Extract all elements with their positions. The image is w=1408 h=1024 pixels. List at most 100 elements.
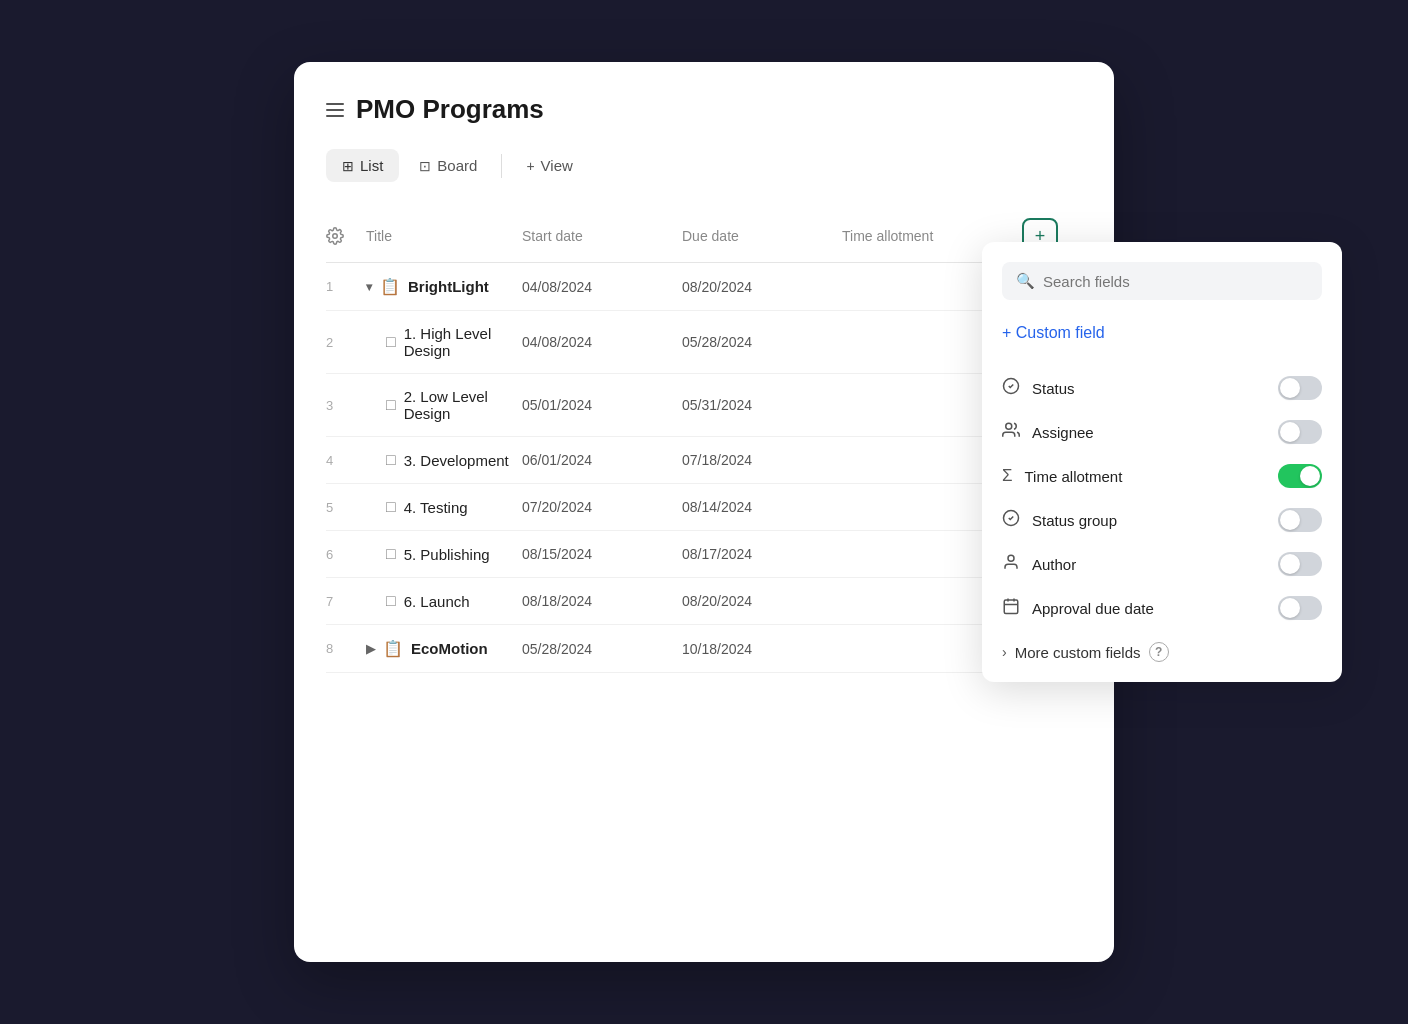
search-box: 🔍 xyxy=(1002,262,1322,300)
calendar-icon xyxy=(1002,597,1020,620)
field-row-status: Status xyxy=(1002,366,1322,410)
row-title-text: 3. Development xyxy=(404,452,509,469)
field-row-left: Status xyxy=(1002,377,1075,400)
field-label: Assignee xyxy=(1032,424,1094,441)
row-due-date: 10/18/2024 xyxy=(682,641,842,657)
row-start-date: 07/20/2024 xyxy=(522,499,682,515)
gear-icon xyxy=(326,227,344,245)
tab-view-label: View xyxy=(541,157,573,174)
row-due-date: 05/28/2024 xyxy=(682,334,842,350)
table-body: 1 ▾ 📋 BrightLight 04/08/2024 08/20/2024 … xyxy=(326,263,1082,673)
task-icon: □ xyxy=(386,545,396,563)
app-title: PMO Programs xyxy=(356,94,544,125)
field-row-author: Author xyxy=(1002,542,1322,586)
row-start-date: 06/01/2024 xyxy=(522,452,682,468)
task-icon: □ xyxy=(386,498,396,516)
row-title: □ 3. Development xyxy=(366,451,522,469)
row-due-date: 08/14/2024 xyxy=(682,499,842,515)
field-row-approval-due-date: Approval due date xyxy=(1002,586,1322,630)
toolbar: ⊞ List ⊡ Board + View xyxy=(326,149,1082,182)
row-start-date: 04/08/2024 xyxy=(522,334,682,350)
tab-view[interactable]: + View xyxy=(510,149,588,182)
field-dropdown-panel: 🔍 + Custom field Status xyxy=(982,242,1342,682)
row-title-text: 6. Launch xyxy=(404,593,470,610)
more-fields-label: More custom fields xyxy=(1015,644,1141,661)
row-num: 6 xyxy=(326,547,366,562)
app-container: PMO Programs ⊞ List ⊡ Board + View Titl xyxy=(294,62,1114,962)
list-icon: ⊞ xyxy=(342,158,354,174)
table-header: Title Start date Due date Time allotment… xyxy=(326,210,1082,263)
row-title: ▾ 📋 BrightLight xyxy=(366,277,522,296)
field-row-left: Σ Time allotment xyxy=(1002,466,1122,486)
project-icon: 📋 xyxy=(383,639,403,658)
status-group-toggle[interactable] xyxy=(1278,508,1322,532)
table-row: 2 □ 1. High Level Design 04/08/2024 05/2… xyxy=(326,311,1082,374)
status-toggle[interactable] xyxy=(1278,376,1322,400)
row-title: ▶ 📋 EcoMotion xyxy=(366,639,522,658)
task-icon: □ xyxy=(386,333,396,351)
field-row-left: Approval due date xyxy=(1002,597,1154,620)
users-icon xyxy=(1002,421,1020,444)
tab-divider xyxy=(501,154,502,178)
row-title-text: EcoMotion xyxy=(411,640,488,657)
table-row: 7 □ 6. Launch 08/18/2024 08/20/2024 xyxy=(326,578,1082,625)
row-due-date: 08/17/2024 xyxy=(682,546,842,562)
task-icon: □ xyxy=(386,451,396,469)
row-due-date: 08/20/2024 xyxy=(682,279,842,295)
header: PMO Programs xyxy=(326,94,1082,125)
project-icon: 📋 xyxy=(380,277,400,296)
row-title: □ 5. Publishing xyxy=(366,545,522,563)
more-custom-fields-row[interactable]: › More custom fields ? xyxy=(1002,642,1322,662)
check-circle-icon xyxy=(1002,509,1020,532)
hamburger-icon[interactable] xyxy=(326,103,344,117)
table-area: Title Start date Due date Time allotment… xyxy=(326,210,1082,673)
author-toggle[interactable] xyxy=(1278,552,1322,576)
tab-list[interactable]: ⊞ List xyxy=(326,149,399,182)
row-title: □ 4. Testing xyxy=(366,498,522,516)
expand-arrow-icon[interactable]: ▾ xyxy=(366,280,372,294)
svg-point-2 xyxy=(1006,423,1012,429)
svg-point-4 xyxy=(1008,555,1014,561)
approval-due-date-toggle[interactable] xyxy=(1278,596,1322,620)
time-allotment-toggle[interactable] xyxy=(1278,464,1322,488)
check-circle-icon xyxy=(1002,377,1020,400)
col-due-date: Due date xyxy=(682,228,842,244)
table-row: 5 □ 4. Testing 07/20/2024 08/14/2024 xyxy=(326,484,1082,531)
task-icon: □ xyxy=(386,592,396,610)
row-due-date: 07/18/2024 xyxy=(682,452,842,468)
tab-board[interactable]: ⊡ Board xyxy=(403,149,493,182)
expand-arrow-icon[interactable]: ▶ xyxy=(366,642,375,656)
row-title-text: 2. Low Level Design xyxy=(404,388,522,422)
row-start-date: 05/28/2024 xyxy=(522,641,682,657)
search-fields-input[interactable] xyxy=(1043,273,1308,290)
table-row: 6 □ 5. Publishing 08/15/2024 08/17/2024 xyxy=(326,531,1082,578)
row-title-text: 4. Testing xyxy=(404,499,468,516)
row-title-text: 1. High Level Design xyxy=(404,325,522,359)
row-start-date: 04/08/2024 xyxy=(522,279,682,295)
gear-col[interactable] xyxy=(326,227,366,245)
row-title: □ 1. High Level Design xyxy=(366,325,522,359)
row-num: 3 xyxy=(326,398,366,413)
table-row: 1 ▾ 📋 BrightLight 04/08/2024 08/20/2024 xyxy=(326,263,1082,311)
field-row-left: Status group xyxy=(1002,509,1117,532)
field-row-time-allotment: Σ Time allotment xyxy=(1002,454,1322,498)
row-num: 7 xyxy=(326,594,366,609)
table-row: 8 ▶ 📋 EcoMotion 05/28/2024 10/18/2024 xyxy=(326,625,1082,673)
row-due-date: 05/31/2024 xyxy=(682,397,842,413)
row-start-date: 08/18/2024 xyxy=(522,593,682,609)
field-row-assignee: Assignee xyxy=(1002,410,1322,454)
svg-rect-5 xyxy=(1004,600,1018,614)
field-label: Approval due date xyxy=(1032,600,1154,617)
row-start-date: 08/15/2024 xyxy=(522,546,682,562)
table-row: 4 □ 3. Development 06/01/2024 07/18/2024 xyxy=(326,437,1082,484)
field-label: Time allotment xyxy=(1025,468,1123,485)
custom-field-label: + Custom field xyxy=(1002,324,1105,342)
col-title: Title xyxy=(366,228,522,244)
svg-point-0 xyxy=(333,234,338,239)
assignee-toggle[interactable] xyxy=(1278,420,1322,444)
plus-view-icon: + xyxy=(526,158,534,174)
row-title: □ 6. Launch xyxy=(366,592,522,610)
search-icon: 🔍 xyxy=(1016,272,1035,290)
custom-field-button[interactable]: + Custom field xyxy=(1002,320,1322,346)
row-title-text: 5. Publishing xyxy=(404,546,490,563)
